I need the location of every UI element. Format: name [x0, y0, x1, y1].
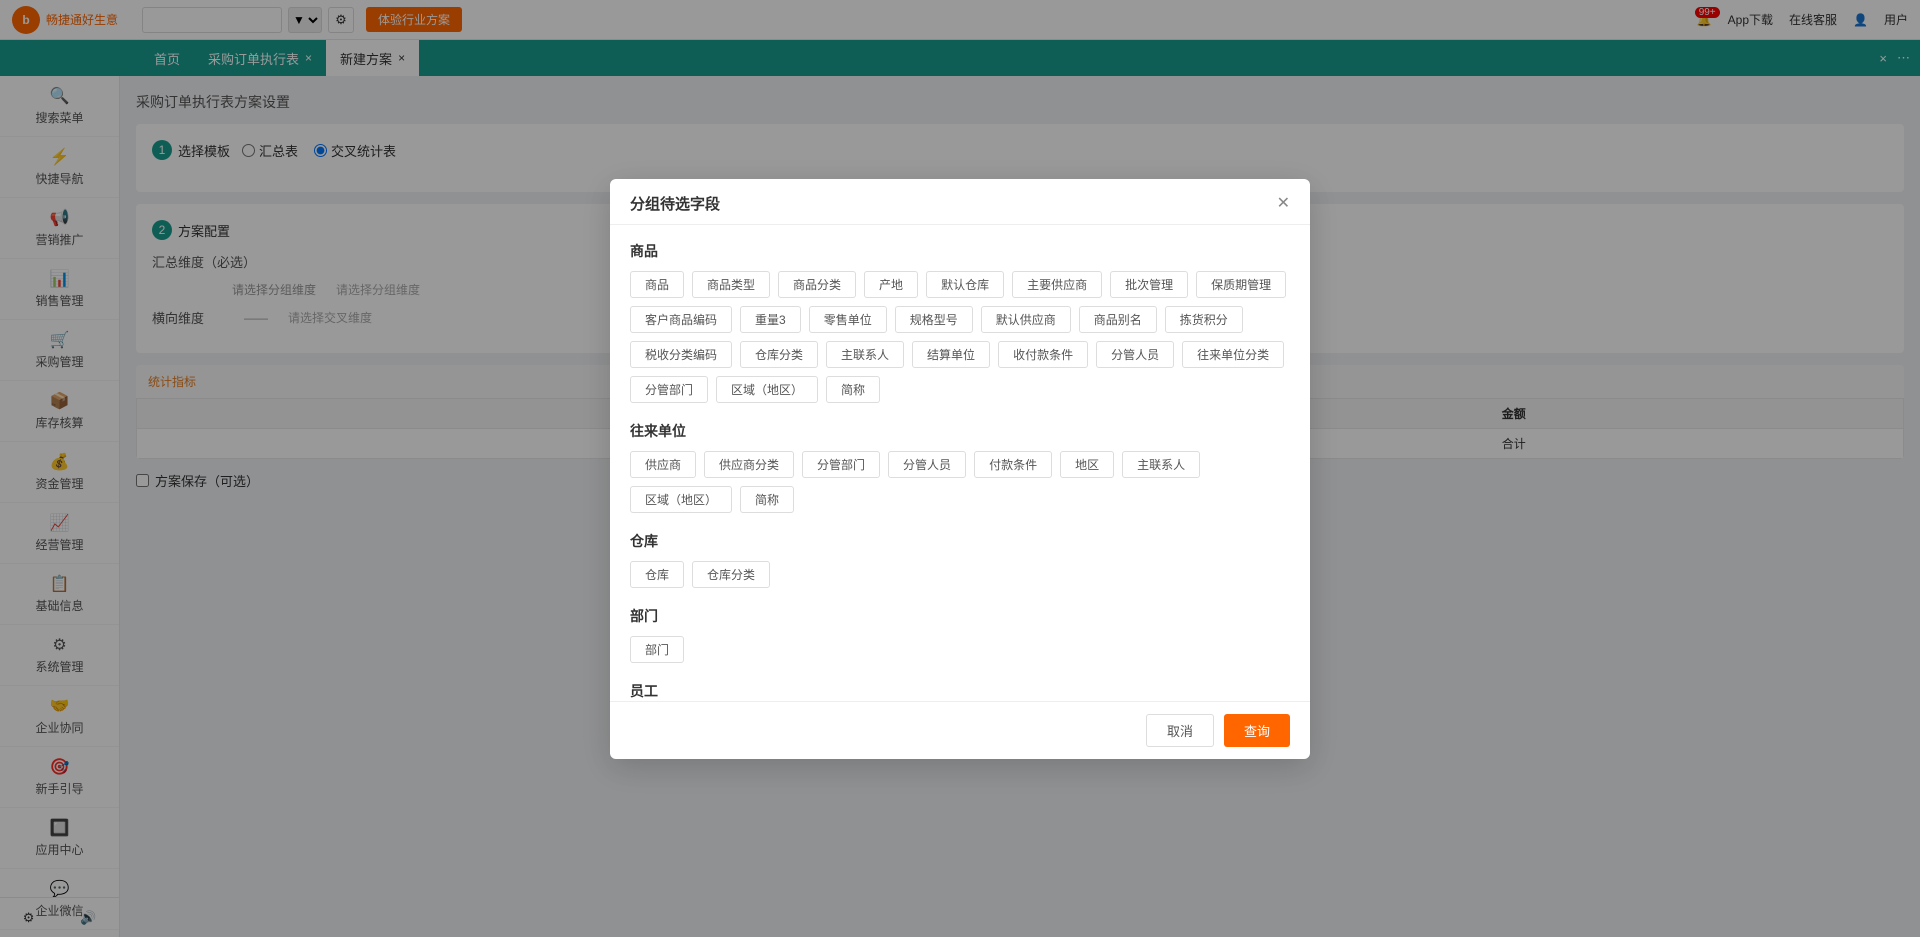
field-tag-weight[interactable]: 重量3	[740, 306, 801, 333]
section-goods: 商品 商品 商品类型 商品分类 产地 默认仓库 主要供应商 批次管理 保质期管理…	[630, 241, 1290, 403]
field-tag-tax-code[interactable]: 税收分类编码	[630, 341, 732, 368]
partner-tags: 供应商 供应商分类 分管部门 分管人员 付款条件 地区 主联系人 区域（地区） …	[630, 451, 1290, 513]
field-tag-spec-model[interactable]: 规格型号	[895, 306, 973, 333]
section-warehouse: 仓库 仓库 仓库分类	[630, 531, 1290, 588]
field-tag-main-contact-partner[interactable]: 主联系人	[1122, 451, 1200, 478]
field-tag-short-name-partner[interactable]: 简称	[740, 486, 794, 513]
field-tag-default-warehouse[interactable]: 默认仓库	[926, 271, 1004, 298]
field-tag-unit-category[interactable]: 往来单位分类	[1182, 341, 1284, 368]
field-tag-batch-mgmt[interactable]: 批次管理	[1110, 271, 1188, 298]
field-tag-shelf-life[interactable]: 保质期管理	[1196, 271, 1286, 298]
modal-close-button[interactable]: ✕	[1277, 193, 1290, 213]
field-tag-region[interactable]: 区域（地区）	[716, 376, 818, 403]
field-tag-default-supplier[interactable]: 默认供应商	[981, 306, 1071, 333]
modal-body: 商品 商品 商品类型 商品分类 产地 默认仓库 主要供应商 批次管理 保质期管理…	[610, 225, 1310, 701]
field-tag-origin[interactable]: 产地	[864, 271, 918, 298]
field-tag-dept[interactable]: 部门	[630, 636, 684, 663]
field-tag-retail-unit[interactable]: 零售单位	[809, 306, 887, 333]
modal-overlay[interactable]: 分组待选字段 ✕ 商品 商品 商品类型 商品分类 产地 默认仓库 主要供应商 批…	[0, 0, 1920, 937]
field-tag-goods-category[interactable]: 商品分类	[778, 271, 856, 298]
field-tag-pick-points[interactable]: 拣货积分	[1165, 306, 1243, 333]
dept-tags: 部门	[630, 636, 1290, 663]
field-tag-payment-terms[interactable]: 收付款条件	[998, 341, 1088, 368]
field-tag-short-name[interactable]: 简称	[826, 376, 880, 403]
section-dept: 部门 部门	[630, 606, 1290, 663]
confirm-button[interactable]: 查询	[1224, 714, 1290, 747]
field-tag-customer-code[interactable]: 客户商品编码	[630, 306, 732, 333]
section-warehouse-title: 仓库	[630, 531, 1290, 551]
modal-footer: 取消 查询	[610, 701, 1310, 759]
field-tag-supplier[interactable]: 供应商	[630, 451, 696, 478]
cancel-button[interactable]: 取消	[1146, 714, 1214, 747]
modal-header: 分组待选字段 ✕	[610, 179, 1310, 225]
field-tag-manage-dept[interactable]: 分管部门	[630, 376, 708, 403]
section-partner-title: 往来单位	[630, 421, 1290, 441]
section-partner: 往来单位 供应商 供应商分类 分管部门 分管人员 付款条件 地区 主联系人 区域…	[630, 421, 1290, 513]
field-tag-goods-alias[interactable]: 商品别名	[1079, 306, 1157, 333]
section-goods-title: 商品	[630, 241, 1290, 261]
field-tag-manager[interactable]: 分管人员	[1096, 341, 1174, 368]
section-employee: 员工 业务员	[630, 681, 1290, 701]
modal-title: 分组待选字段	[630, 193, 720, 214]
field-tag-area[interactable]: 地区	[1060, 451, 1114, 478]
section-dept-title: 部门	[630, 606, 1290, 626]
field-tag-goods[interactable]: 商品	[630, 271, 684, 298]
field-tag-goods-type[interactable]: 商品类型	[692, 271, 770, 298]
field-tag-main-contact[interactable]: 主联系人	[826, 341, 904, 368]
field-tag-supplier-category[interactable]: 供应商分类	[704, 451, 794, 478]
goods-tags: 商品 商品类型 商品分类 产地 默认仓库 主要供应商 批次管理 保质期管理 客户…	[630, 271, 1290, 403]
field-tag-warehouse-category[interactable]: 仓库分类	[740, 341, 818, 368]
field-tag-mgmt-person[interactable]: 分管人员	[888, 451, 966, 478]
field-tag-region-partner[interactable]: 区域（地区）	[630, 486, 732, 513]
field-select-modal: 分组待选字段 ✕ 商品 商品 商品类型 商品分类 产地 默认仓库 主要供应商 批…	[610, 179, 1310, 759]
field-tag-main-supplier[interactable]: 主要供应商	[1012, 271, 1102, 298]
section-employee-title: 员工	[630, 681, 1290, 701]
field-tag-mgmt-dept[interactable]: 分管部门	[802, 451, 880, 478]
field-tag-pay-terms[interactable]: 付款条件	[974, 451, 1052, 478]
field-tag-warehouse[interactable]: 仓库	[630, 561, 684, 588]
warehouse-tags: 仓库 仓库分类	[630, 561, 1290, 588]
field-tag-warehouse-cat[interactable]: 仓库分类	[692, 561, 770, 588]
field-tag-settlement-unit[interactable]: 结算单位	[912, 341, 990, 368]
